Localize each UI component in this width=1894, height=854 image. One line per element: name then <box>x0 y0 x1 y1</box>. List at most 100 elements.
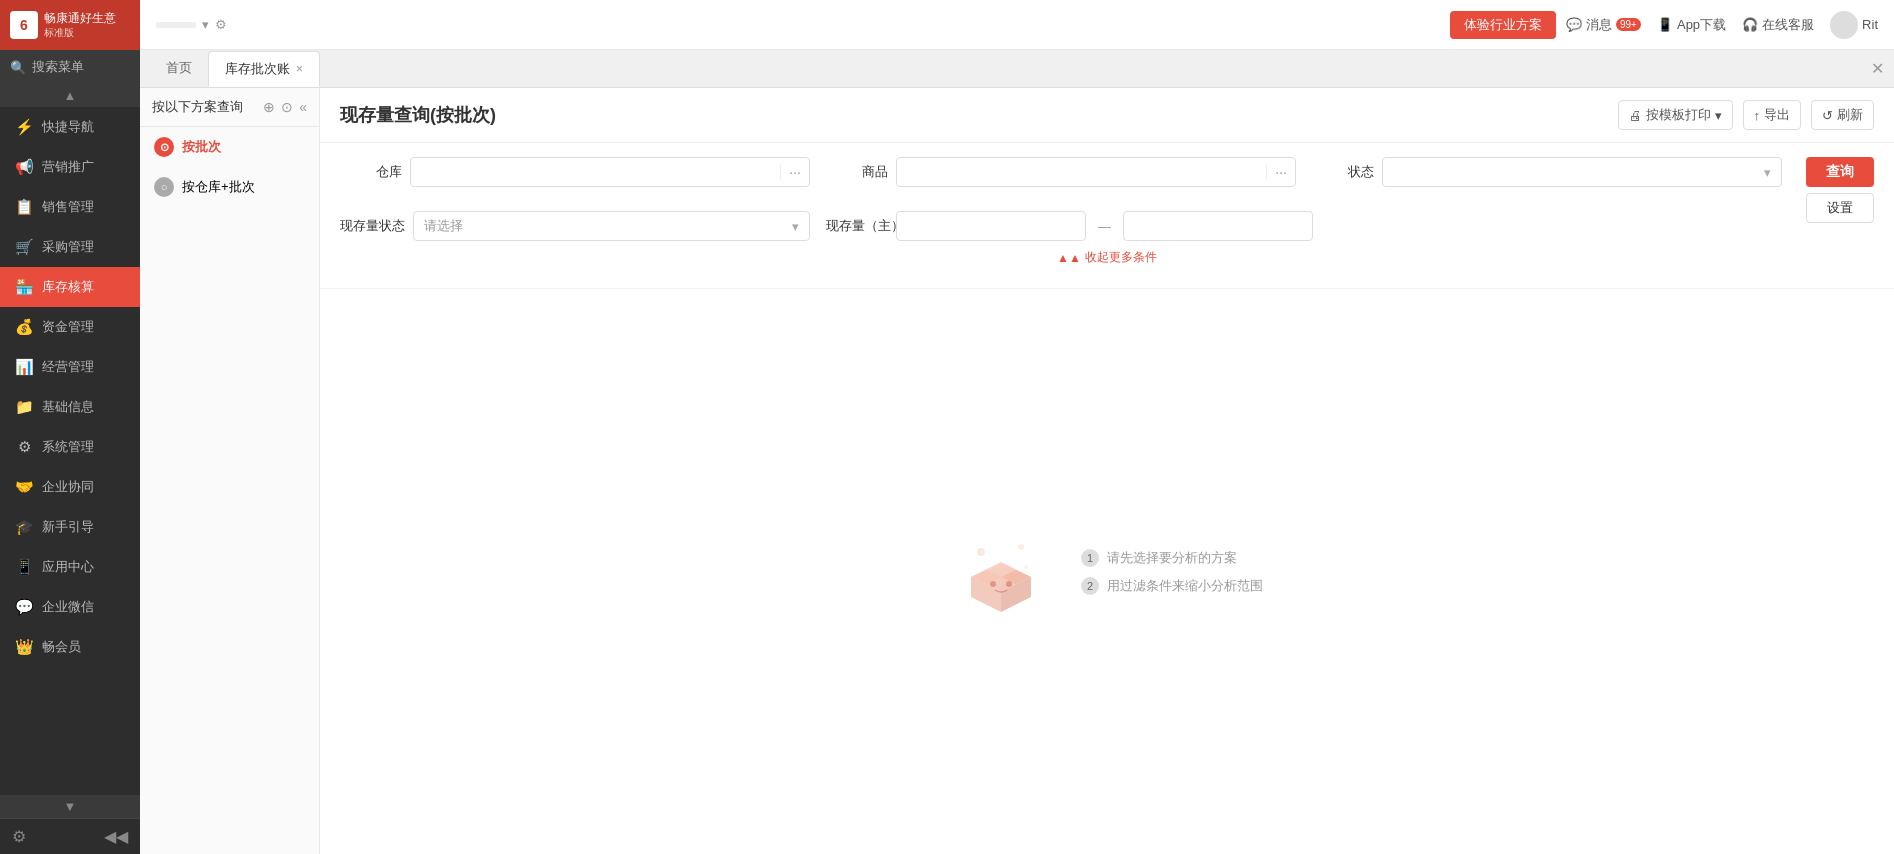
sidebar-item-label: 畅会员 <box>42 638 81 656</box>
sidebar-scroll-up[interactable]: ▲ <box>0 84 140 107</box>
sidebar-item-finance[interactable]: 💰 资金管理 <box>0 307 140 347</box>
sidebar-header: 6 畅康通好生意 标准版 <box>0 0 140 50</box>
sidebar-item-sales[interactable]: 📋 销售管理 <box>0 187 140 227</box>
sidebar-item-purchase[interactable]: 🛒 采购管理 <box>0 227 140 267</box>
guide-icon: 🎓 <box>14 518 34 536</box>
empty-illustration <box>951 522 1051 622</box>
sidebar-item-label: 企业协同 <box>42 478 94 496</box>
product-more-icon[interactable]: ··· <box>1266 164 1295 180</box>
collapse-bar[interactable]: ▲▲ 收起更多条件 <box>340 241 1874 274</box>
wechat-icon: 💬 <box>14 598 34 616</box>
sidebar-item-inventory[interactable]: 🏪 库存核算 <box>0 267 140 307</box>
svg-point-7 <box>977 548 985 556</box>
settings-icon[interactable]: ⚙ <box>12 827 26 846</box>
topbar-breadcrumb: ▾ ⚙ <box>156 17 227 32</box>
chevron-down-icon[interactable]: ▾ <box>202 17 209 32</box>
plan-icon-active: ⊙ <box>154 137 174 157</box>
svg-point-5 <box>990 581 996 587</box>
query-btn[interactable]: 查询 <box>1806 157 1874 187</box>
sidebar-item-member[interactable]: 👑 畅会员 <box>0 627 140 667</box>
filter-group-product: 商品 ··· <box>826 157 1296 187</box>
sidebar-item-label: 快捷导航 <box>42 118 94 136</box>
sidebar: 6 畅康通好生意 标准版 🔍 搜索菜单 ▲ ⚡ 快捷导航 📢 营销推广 📋 销售… <box>0 0 140 854</box>
sidebar-item-label: 库存核算 <box>42 278 94 296</box>
stock-qty-max-input[interactable] <box>1123 211 1313 241</box>
settings-gear-icon[interactable]: ⚙ <box>215 17 227 32</box>
tip-num-1: 1 <box>1081 549 1099 567</box>
main-area: ▾ ⚙ 体验行业方案 💬 消息 99+ 📱 App下载 🎧 在线客服 Rit <box>140 0 1894 854</box>
filter-row-2: 现存量状态 请选择 ▾ 现存量（主） <box>340 211 1782 241</box>
filter-group-warehouse: 仓库 ··· <box>340 157 810 187</box>
status-select[interactable]: ▾ <box>1382 157 1782 187</box>
sidebar-item-label: 新手引导 <box>42 518 94 536</box>
export-btn[interactable]: ↑ 导出 <box>1743 100 1802 130</box>
warehouse-text-input[interactable] <box>411 160 780 185</box>
product-text-input[interactable] <box>897 160 1266 185</box>
sidebar-item-enterprise[interactable]: 🤝 企业协同 <box>0 467 140 507</box>
empty-tips: 1 请先选择要分析的方案 2 用过滤条件来缩小分析范围 <box>1081 549 1263 595</box>
left-panel: 按以下方案查询 ⊕ ⊙ « ⊙ 按批次 ○ 按仓库+批次 <box>140 88 320 854</box>
sidebar-item-quick-nav[interactable]: ⚡ 快捷导航 <box>0 107 140 147</box>
operations-icon: 📊 <box>14 358 34 376</box>
plan-item-batch[interactable]: ⊙ 按批次 <box>140 127 319 167</box>
tab-bar-close-btn[interactable]: ✕ <box>1871 59 1884 78</box>
chevron-down-icon: ▾ <box>1715 108 1722 123</box>
app-version: 标准版 <box>44 26 116 39</box>
print-btn[interactable]: 🖨 按模板打印 ▾ <box>1618 100 1733 130</box>
apps-icon: 📱 <box>14 558 34 576</box>
app-download-label: App下载 <box>1677 16 1726 34</box>
sidebar-item-wechat[interactable]: 💬 企业微信 <box>0 587 140 627</box>
plan-item-warehouse-batch[interactable]: ○ 按仓库+批次 <box>140 167 319 207</box>
user-area[interactable]: Rit <box>1830 11 1878 39</box>
sidebar-item-label: 资金管理 <box>42 318 94 336</box>
export-icon: ↑ <box>1754 108 1761 123</box>
add-plan-btn[interactable]: ⊕ <box>263 99 275 115</box>
sidebar-item-marketing[interactable]: 📢 营销推广 <box>0 147 140 187</box>
basics-icon: 📁 <box>14 398 34 416</box>
avatar <box>1830 11 1858 39</box>
enterprise-icon: 🤝 <box>14 478 34 496</box>
sidebar-search[interactable]: 🔍 搜索菜单 <box>0 50 140 84</box>
message-btn[interactable]: 💬 消息 99+ <box>1566 16 1641 34</box>
settings-btn[interactable]: 设置 <box>1806 193 1874 223</box>
warehouse-more-icon[interactable]: ··· <box>780 164 809 180</box>
page-title: 现存量查询(按批次) <box>340 103 496 127</box>
tab-close-btn[interactable]: × <box>296 62 303 76</box>
tab-home[interactable]: 首页 <box>150 51 208 87</box>
sidebar-item-label: 系统管理 <box>42 438 94 456</box>
collapse-sidebar-icon[interactable]: ◀◀ <box>104 827 128 846</box>
tab-label: 库存批次账 <box>225 60 290 78</box>
sidebar-item-label: 基础信息 <box>42 398 94 416</box>
plan-icon-inactive: ○ <box>154 177 174 197</box>
app-download-btn[interactable]: 📱 App下载 <box>1657 16 1726 34</box>
sidebar-item-system[interactable]: ⚙ 系统管理 <box>0 427 140 467</box>
sidebar-item-guide[interactable]: 🎓 新手引导 <box>0 507 140 547</box>
sidebar-item-operations[interactable]: 📊 经营管理 <box>0 347 140 387</box>
status-label: 状态 <box>1312 163 1382 181</box>
collapse-panel-btn[interactable]: « <box>299 99 307 115</box>
tip-text-1: 请先选择要分析的方案 <box>1107 549 1237 567</box>
sidebar-item-apps[interactable]: 📱 应用中心 <box>0 547 140 587</box>
online-service-label: 在线客服 <box>1762 16 1814 34</box>
left-panel-header: 按以下方案查询 ⊕ ⊙ « <box>140 88 319 127</box>
filter-area: 仓库 ··· 商品 ··· <box>320 143 1894 289</box>
sidebar-item-basics[interactable]: 📁 基础信息 <box>0 387 140 427</box>
online-service-btn[interactable]: 🎧 在线客服 <box>1742 16 1814 34</box>
sidebar-item-label: 采购管理 <box>42 238 94 256</box>
tab-inventory-batch[interactable]: 库存批次账 × <box>208 51 320 87</box>
sidebar-item-label: 经营管理 <box>42 358 94 376</box>
stock-qty-label: 现存量（主） <box>826 217 896 235</box>
page-header: 现存量查询(按批次) 🖨 按模板打印 ▾ ↑ 导出 ↺ 刷新 <box>320 88 1894 143</box>
stock-status-select[interactable]: 请选择 ▾ <box>413 211 810 241</box>
product-input[interactable]: ··· <box>896 157 1296 187</box>
member-icon: 👑 <box>14 638 34 656</box>
settings-plan-btn[interactable]: ⊙ <box>281 99 293 115</box>
experience-btn[interactable]: 体验行业方案 <box>1450 11 1556 39</box>
warehouse-input[interactable]: ··· <box>410 157 810 187</box>
chevron-down-icon: ▾ <box>1764 165 1771 180</box>
sidebar-scroll-down[interactable]: ▼ <box>0 795 140 818</box>
stock-status-placeholder: 请选择 <box>424 217 463 235</box>
stock-qty-min-input[interactable] <box>896 211 1086 241</box>
breadcrumb-text <box>156 22 196 28</box>
refresh-btn[interactable]: ↺ 刷新 <box>1811 100 1874 130</box>
